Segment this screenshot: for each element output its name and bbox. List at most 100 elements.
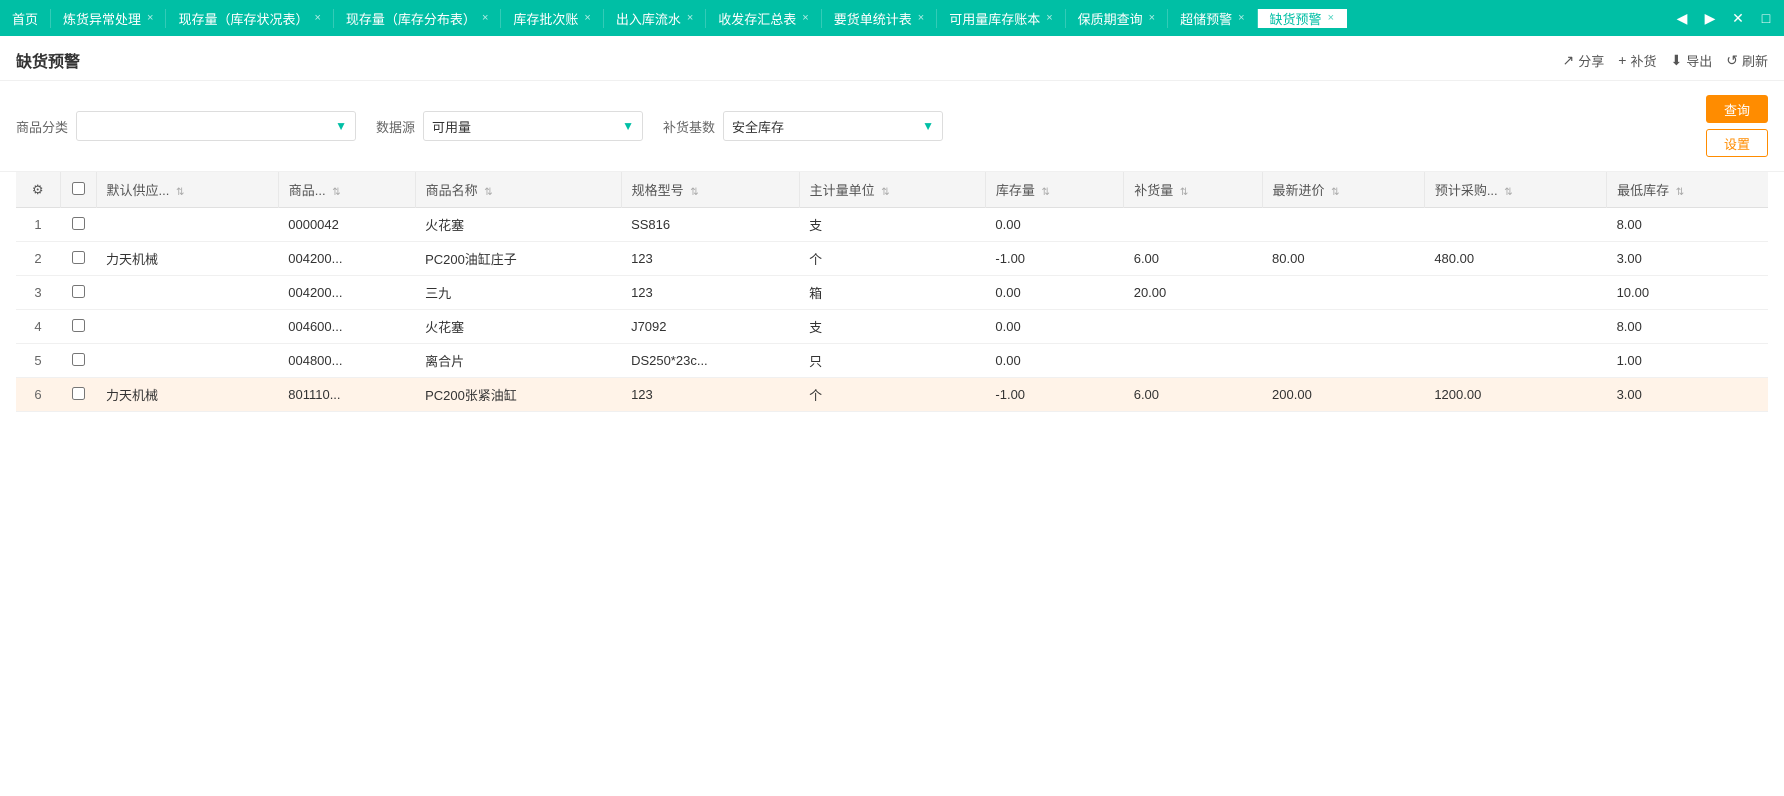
- tab-item-5[interactable]: 出入库流水×: [604, 9, 706, 28]
- row-check-2[interactable]: [60, 276, 96, 310]
- row-check-1[interactable]: [60, 242, 96, 276]
- cell-stock_qty-0: 0.00: [985, 208, 1123, 242]
- header-action-share[interactable]: ↗分享: [1563, 51, 1605, 70]
- row-check-5[interactable]: [60, 378, 96, 412]
- column-checkbox[interactable]: [60, 172, 96, 208]
- column-replenish-qty[interactable]: 补货量 ⇅: [1124, 172, 1262, 208]
- page-header: 缺货预警 ↗分享+补货⬇导出↺刷新: [0, 36, 1784, 81]
- replenish-base-select[interactable]: 安全库存 ▼: [723, 111, 943, 141]
- column-stock-qty[interactable]: 库存量 ⇅: [985, 172, 1123, 208]
- table-row: 5004800...离合片DS250*23c...只0.001.00: [16, 344, 1768, 378]
- col-latest-price-label: 最新进价: [1273, 183, 1325, 198]
- row-checkbox-4[interactable]: [72, 353, 85, 366]
- tab-item-6[interactable]: 收发存汇总表×: [706, 9, 821, 28]
- cell-default_supplier-0: [96, 208, 278, 242]
- column-settings[interactable]: ⚙: [16, 172, 60, 208]
- tab-item-8[interactable]: 可用量库存账本×: [937, 9, 1065, 28]
- column-product-code[interactable]: 商品... ⇅: [278, 172, 415, 208]
- tab-item-2[interactable]: 现存量（库存状况表）×: [166, 9, 333, 28]
- data-source-select[interactable]: 可用量 ▼: [423, 111, 643, 141]
- column-estimated-purchase[interactable]: 预计采购... ⇅: [1424, 172, 1606, 208]
- tab-close-6[interactable]: ×: [802, 12, 808, 24]
- cell-product_name-3: 火花塞: [415, 310, 621, 344]
- filter-actions: 查询 设置: [1706, 95, 1768, 157]
- data-table: ⚙ 默认供应... ⇅ 商品... ⇅ 商品名称 ⇅: [16, 172, 1768, 412]
- tab-close-7[interactable]: ×: [918, 12, 924, 24]
- tab-close-5[interactable]: ×: [687, 12, 693, 24]
- cell-product_code-2: 004200...: [278, 276, 415, 310]
- column-unit[interactable]: 主计量单位 ⇅: [799, 172, 985, 208]
- col-stock-qty-label: 库存量: [996, 183, 1035, 198]
- tab-item-11[interactable]: 缺货预警×: [1258, 9, 1347, 28]
- col-default-supplier-label: 默认供应...: [107, 183, 170, 198]
- tab-item-7[interactable]: 要货单统计表×: [822, 9, 937, 28]
- sort-unit-icon: ⇅: [881, 187, 889, 198]
- cell-unit-1: 个: [799, 242, 985, 276]
- header-action-label-0: 分享: [1578, 51, 1604, 70]
- cell-stock_qty-4: 0.00: [985, 344, 1123, 378]
- col-product-code-label: 商品...: [289, 183, 326, 198]
- tab-item-9[interactable]: 保质期查询×: [1066, 9, 1168, 28]
- column-min-stock[interactable]: 最低库存 ⇅: [1607, 172, 1768, 208]
- table-container: ⚙ 默认供应... ⇅ 商品... ⇅ 商品名称 ⇅: [0, 172, 1784, 428]
- row-check-0[interactable]: [60, 208, 96, 242]
- header-action-replenish[interactable]: +补货: [1618, 51, 1656, 70]
- tab-close-all-button[interactable]: ✕: [1724, 4, 1752, 32]
- header-actions: ↗分享 +补货 ⬇导出 ↺刷新: [1563, 51, 1768, 70]
- tab-item-1[interactable]: 炼货异常处理×: [51, 9, 166, 28]
- tab-item-3[interactable]: 现存量（库存分布表）×: [334, 9, 501, 28]
- column-spec[interactable]: 规格型号 ⇅: [621, 172, 799, 208]
- tab-bar: 首页炼货异常处理×现存量（库存状况表）×现存量（库存分布表）×库存批次账×出入库…: [0, 0, 1784, 36]
- row-checkbox-5[interactable]: [72, 387, 85, 400]
- tab-close-9[interactable]: ×: [1149, 12, 1155, 24]
- replenish-base-arrow-icon: ▼: [922, 119, 934, 133]
- tab-item-10[interactable]: 超储预警×: [1168, 9, 1257, 28]
- header-action-export[interactable]: ⬇导出: [1671, 51, 1713, 70]
- share-icon: ↗: [1563, 52, 1575, 69]
- row-check-4[interactable]: [60, 344, 96, 378]
- product-category-select[interactable]: ▼: [76, 111, 356, 141]
- cell-replenish_qty-4: [1124, 344, 1262, 378]
- column-latest-price[interactable]: 最新进价 ⇅: [1262, 172, 1424, 208]
- tab-close-2[interactable]: ×: [314, 12, 320, 24]
- tab-close-3[interactable]: ×: [482, 12, 488, 24]
- cell-replenish_qty-5: 6.00: [1124, 378, 1262, 412]
- tab-item-4[interactable]: 库存批次账×: [501, 9, 603, 28]
- refresh-icon: ↺: [1726, 52, 1738, 69]
- header-action-refresh[interactable]: ↺刷新: [1726, 51, 1768, 70]
- row-num-0: 1: [16, 208, 60, 242]
- col-product-name-label: 商品名称: [426, 183, 478, 198]
- sort-stock-qty-icon: ⇅: [1042, 187, 1050, 198]
- tab-prev-button[interactable]: ◀: [1668, 4, 1696, 32]
- tab-next-button[interactable]: ▶: [1696, 4, 1724, 32]
- cell-product_code-1: 004200...: [278, 242, 415, 276]
- row-checkbox-3[interactable]: [72, 319, 85, 332]
- tab-close-11[interactable]: ×: [1328, 12, 1334, 24]
- cell-spec-1: 123: [621, 242, 799, 276]
- column-product-name[interactable]: 商品名称 ⇅: [415, 172, 621, 208]
- row-checkbox-2[interactable]: [72, 285, 85, 298]
- tab-item-0[interactable]: 首页: [0, 9, 51, 28]
- replenish-base-value: 安全库存: [732, 117, 784, 136]
- tab-close-8[interactable]: ×: [1046, 12, 1052, 24]
- sort-product-name-icon: ⇅: [484, 187, 492, 198]
- cell-replenish_qty-0: [1124, 208, 1262, 242]
- row-checkbox-0[interactable]: [72, 217, 85, 230]
- cell-stock_qty-5: -1.00: [985, 378, 1123, 412]
- tab-restore-button[interactable]: □: [1752, 4, 1780, 32]
- cell-estimated_purchase-3: [1424, 310, 1606, 344]
- table-row: 2力天机械004200...PC200油缸庄子123个-1.006.0080.0…: [16, 242, 1768, 276]
- select-all-checkbox[interactable]: [72, 182, 85, 195]
- tab-close-4[interactable]: ×: [584, 12, 590, 24]
- column-default-supplier[interactable]: 默认供应... ⇅: [96, 172, 278, 208]
- row-checkbox-1[interactable]: [72, 251, 85, 264]
- sort-default-supplier-icon: ⇅: [176, 187, 184, 198]
- settings-button[interactable]: 设置: [1706, 129, 1768, 157]
- row-check-3[interactable]: [60, 310, 96, 344]
- cell-estimated_purchase-5: 1200.00: [1424, 378, 1606, 412]
- tab-close-1[interactable]: ×: [147, 12, 153, 24]
- row-num-5: 6: [16, 378, 60, 412]
- query-button[interactable]: 查询: [1706, 95, 1768, 123]
- cell-spec-2: 123: [621, 276, 799, 310]
- tab-close-10[interactable]: ×: [1238, 12, 1244, 24]
